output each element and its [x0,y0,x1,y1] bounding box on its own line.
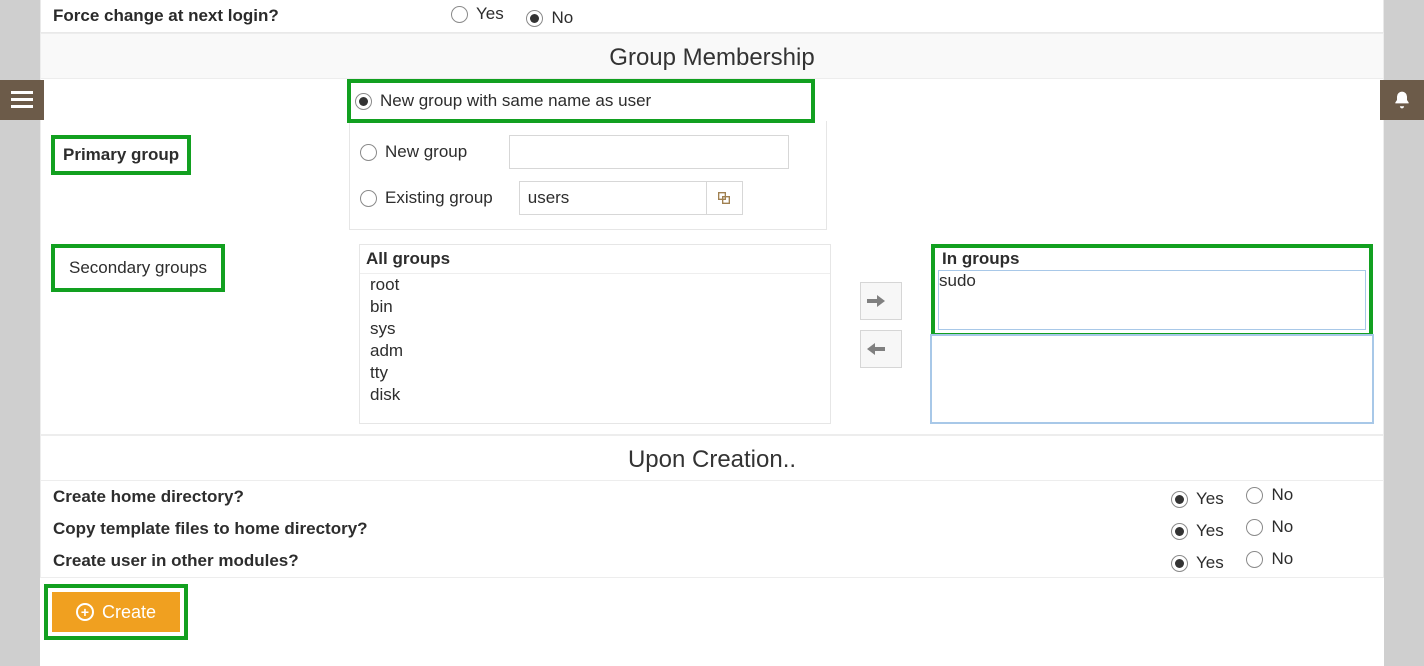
list-item[interactable]: root [360,274,830,296]
force-change-label: Force change at next login? [53,6,451,26]
list-item[interactable]: adm [360,340,830,362]
in-groups-listbox[interactable] [931,335,1373,423]
create-button[interactable]: + Create [52,592,180,632]
other-modules-row: Create user in other modules? Yes No [40,545,1384,578]
arrow-left-icon [867,342,885,356]
primary-group-label: Primary group [51,135,191,175]
all-groups-header: All groups [360,245,830,273]
primary-group-option-highlight: New group with same name as user [349,81,813,121]
new-group-name-input[interactable] [509,135,789,169]
in-groups-selected-item[interactable]: sudo [939,271,1365,291]
arrow-right-icon [867,294,885,308]
other-mod-yes-radio[interactable]: Yes [1171,553,1224,573]
hamburger-menu-button[interactable] [0,80,44,120]
bell-icon [1392,90,1412,110]
existing-group-select[interactable]: users [519,181,707,215]
move-left-button[interactable] [860,330,902,368]
home-dir-yes-radio[interactable]: Yes [1171,489,1224,509]
primary-group-existing-radio[interactable]: Existing group [360,188,493,208]
list-item[interactable]: sys [360,318,830,340]
list-item[interactable]: bin [360,296,830,318]
copy-template-label: Copy template files to home directory? [53,519,1171,539]
create-button-highlight: + Create [44,584,188,640]
in-groups-header: In groups [938,248,1366,270]
force-change-no-radio[interactable]: No [526,8,573,28]
copy-tmpl-no-radio[interactable]: No [1246,517,1293,537]
notifications-button[interactable] [1380,80,1424,120]
picker-icon [716,190,732,206]
other-mod-no-radio[interactable]: No [1246,549,1293,569]
list-item[interactable]: tty [360,362,830,384]
force-change-yes-radio[interactable]: Yes [451,4,504,24]
plus-icon: + [76,603,94,621]
home-dir-no-radio[interactable]: No [1246,485,1293,505]
create-home-dir-row: Create home directory? Yes No [40,481,1384,513]
create-home-dir-label: Create home directory? [53,487,1171,507]
hamburger-icon [11,91,33,109]
group-membership-header: Group Membership [40,33,1384,79]
all-groups-listbox[interactable]: root bin sys adm tty disk [360,273,830,423]
list-item[interactable]: disk [360,384,830,406]
copy-tmpl-yes-radio[interactable]: Yes [1171,521,1224,541]
existing-group-picker-button[interactable] [707,181,743,215]
secondary-groups-label: Secondary groups [51,244,225,292]
in-groups-highlight: In groups sudo [931,244,1373,337]
other-modules-label: Create user in other modules? [53,551,1171,571]
upon-creation-header: Upon Creation.. [40,435,1384,481]
all-groups-column: All groups root bin sys adm tty disk [359,244,831,424]
copy-template-row: Copy template files to home directory? Y… [40,513,1384,545]
force-change-row: Force change at next login? Yes No [40,0,1384,33]
primary-group-new-group-radio[interactable]: New group [360,142,467,162]
move-right-button[interactable] [860,282,902,320]
create-button-label: Create [102,602,156,623]
primary-group-same-name-radio[interactable]: New group with same name as user [355,91,651,111]
